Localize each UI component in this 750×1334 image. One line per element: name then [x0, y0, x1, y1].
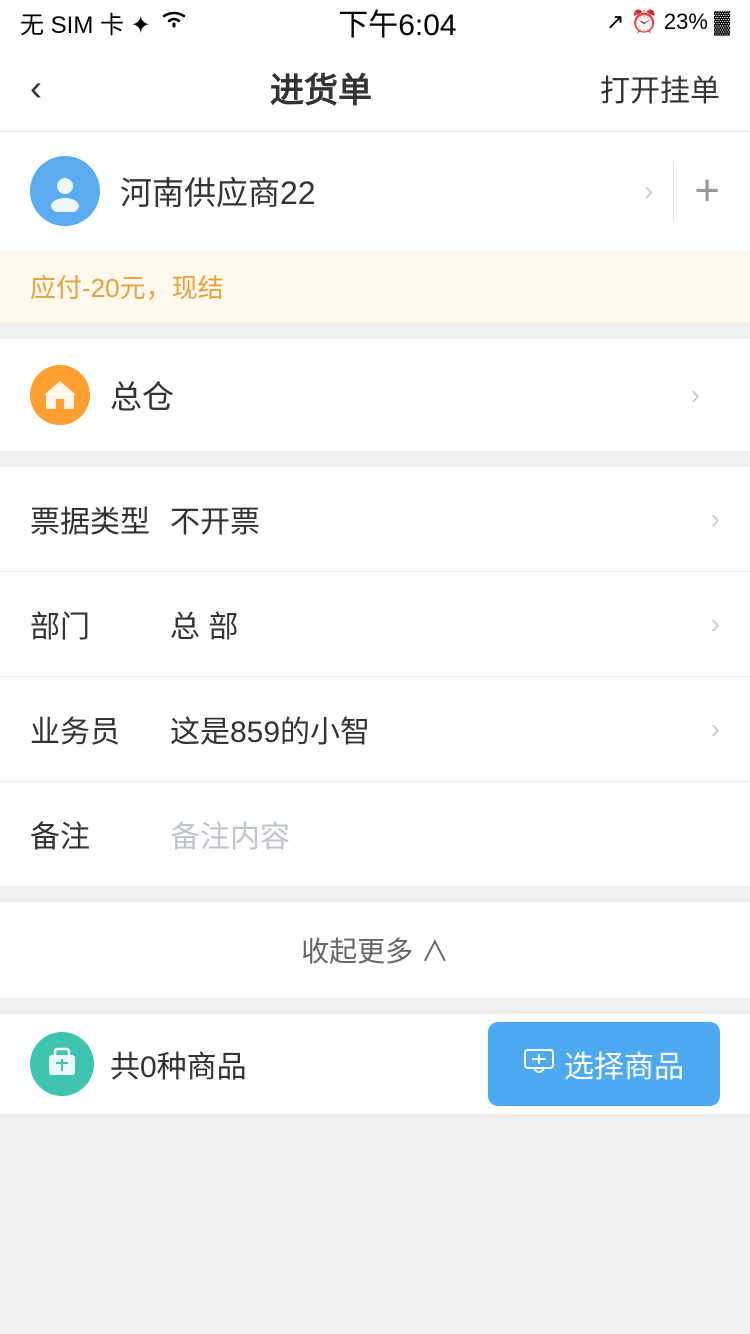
department-chevron-icon: ›	[711, 608, 720, 640]
status-time: 下午6:04	[338, 0, 456, 44]
notice-bar: 应付-20元，现结	[0, 250, 750, 323]
add-button[interactable]: +	[694, 169, 720, 213]
status-left: 无 SIM 卡 ✦	[20, 5, 189, 40]
invoice-type-row[interactable]: 票据类型 不开票 ›	[0, 467, 750, 572]
sim-status: 无 SIM 卡 ✦	[20, 5, 151, 40]
product-icon	[30, 1032, 94, 1096]
salesman-label: 业务员	[30, 707, 170, 751]
remark-input[interactable]: 备注内容	[170, 812, 720, 856]
invoice-chevron-icon: ›	[711, 503, 720, 535]
select-product-icon	[524, 1047, 554, 1081]
warehouse-chevron-icon: ›	[691, 379, 700, 411]
department-value: 总 部	[170, 602, 711, 646]
divider	[673, 161, 674, 221]
salesman-value: 这是859的小智	[170, 707, 711, 751]
select-product-button[interactable]: 选择商品	[488, 1022, 720, 1106]
select-product-label: 选择商品	[564, 1042, 684, 1086]
invoice-label: 票据类型	[30, 497, 170, 541]
back-button[interactable]: ‹	[30, 67, 42, 109]
nav-bar: ‹ 进货单 打开挂单	[0, 44, 750, 132]
battery-label: 23%	[664, 9, 708, 35]
salesman-chevron-icon: ›	[711, 713, 720, 745]
supplier-chevron-icon: ›	[644, 175, 653, 207]
invoice-value: 不开票	[170, 497, 711, 541]
collapse-row[interactable]: 收起更多 ∧	[0, 902, 750, 998]
department-label: 部门	[30, 602, 170, 646]
bottom-bar: 共0种商品 选择商品	[0, 1014, 750, 1114]
status-bar: 无 SIM 卡 ✦ 下午6:04 ↗ ⏰ 23% ▓	[0, 0, 750, 44]
wifi-icon	[159, 8, 189, 37]
salesman-row[interactable]: 业务员 这是859的小智 ›	[0, 677, 750, 782]
supplier-name: 河南供应商22	[120, 168, 644, 214]
supplier-avatar	[30, 156, 100, 226]
remark-row[interactable]: 备注 备注内容	[0, 782, 750, 886]
location-icon: ↗	[606, 9, 624, 35]
page-title: 进货单	[270, 63, 372, 112]
warehouse-row[interactable]: 总仓 ›	[0, 339, 750, 451]
form-section: 票据类型 不开票 › 部门 总 部 › 业务员 这是859的小智 › 备注 备注…	[0, 467, 750, 886]
product-count: 共0种商品	[110, 1042, 488, 1086]
open-pending-button[interactable]: 打开挂单	[600, 66, 720, 110]
status-right: ↗ ⏰ 23% ▓	[606, 9, 730, 35]
warehouse-name: 总仓	[110, 372, 691, 418]
alarm-icon: ⏰	[630, 9, 657, 35]
warehouse-icon	[30, 365, 90, 425]
collapse-label: 收起更多 ∧	[301, 930, 449, 970]
supplier-row[interactable]: 河南供应商22 › +	[0, 132, 750, 250]
department-row[interactable]: 部门 总 部 ›	[0, 572, 750, 677]
remark-label: 备注	[30, 812, 170, 856]
battery-icon: ▓	[714, 9, 730, 35]
